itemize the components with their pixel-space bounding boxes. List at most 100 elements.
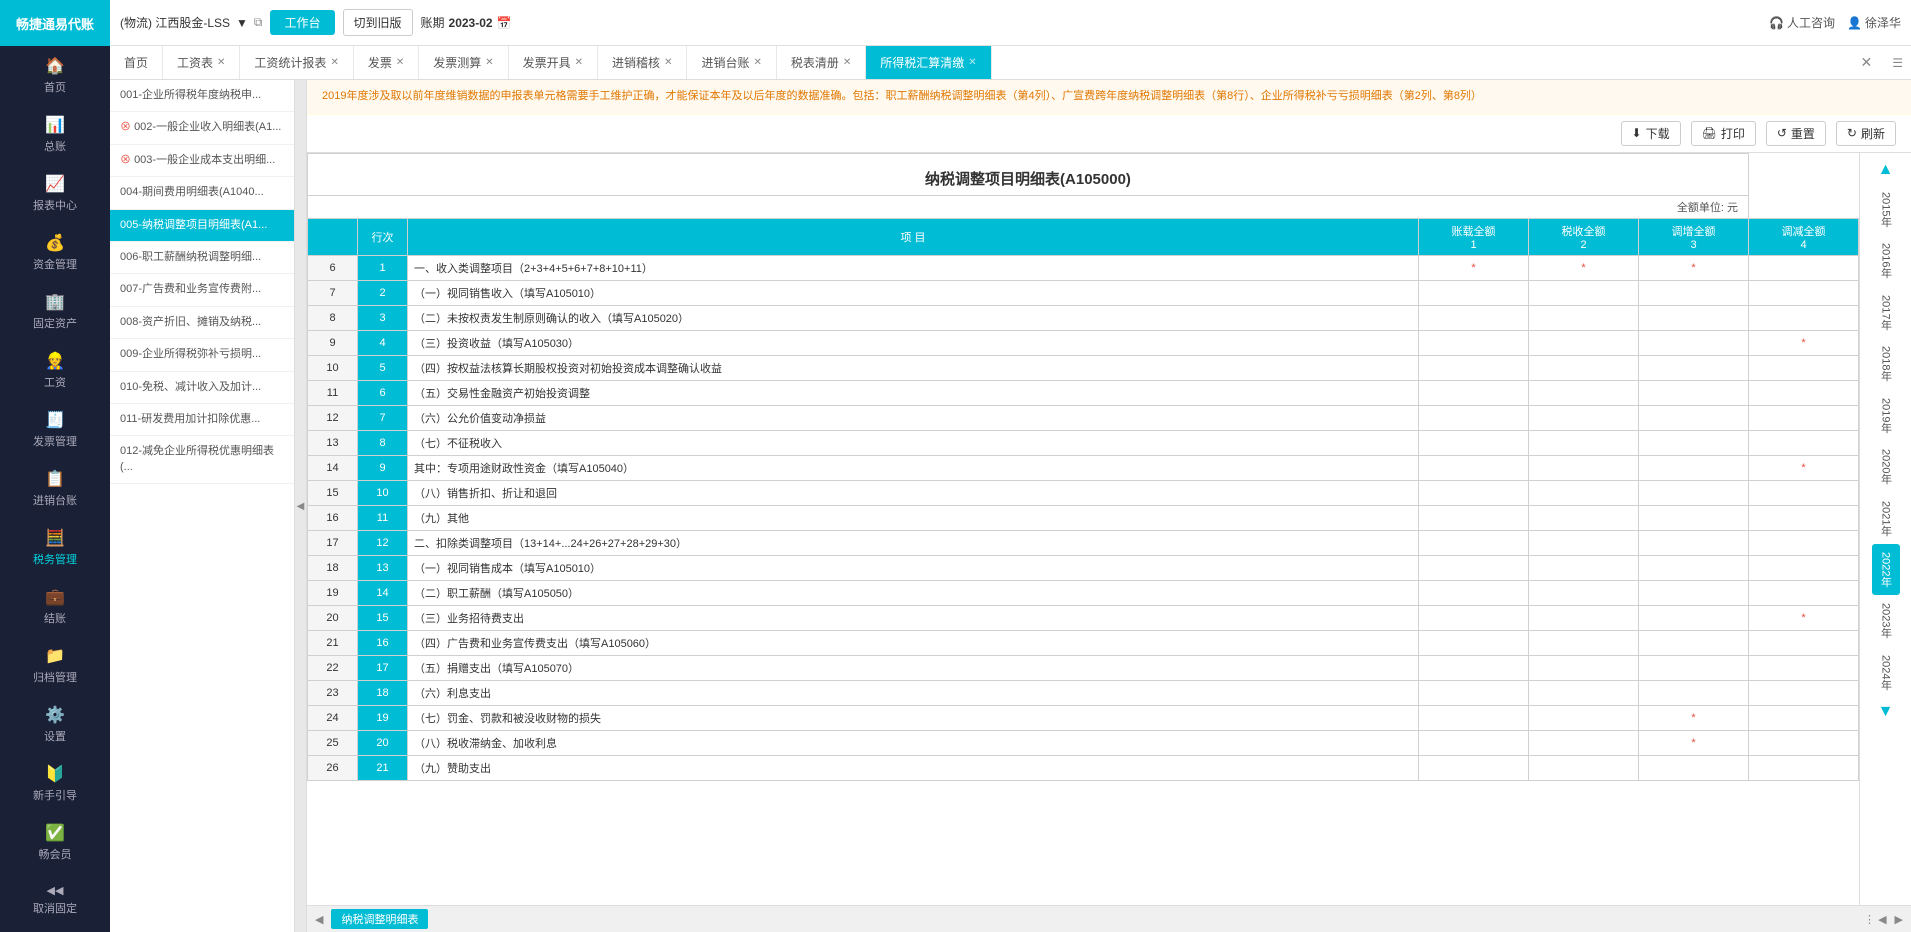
- cell-c4[interactable]: [1749, 380, 1859, 405]
- year-item[interactable]: 2023年: [1872, 595, 1900, 646]
- tab-invoice-calc[interactable]: 发票测算 ✕: [419, 46, 508, 79]
- cell-c1[interactable]: [1419, 605, 1529, 630]
- sidebar-item-report[interactable]: 📈 报表中心: [0, 164, 110, 223]
- reset-button[interactable]: ↺ 重置: [1766, 121, 1826, 146]
- year-item[interactable]: 2019年: [1872, 390, 1900, 441]
- left-panel-item-006[interactable]: 006-职工薪酬纳税调整明细...: [110, 242, 294, 274]
- cell-c4[interactable]: *: [1749, 605, 1859, 630]
- cell-c3[interactable]: [1639, 555, 1749, 580]
- cell-item[interactable]: （七）罚金、罚款和被没收财物的损失: [408, 705, 1419, 730]
- cell-c1[interactable]: [1419, 455, 1529, 480]
- tabbar-close-all[interactable]: ✕: [1849, 46, 1885, 79]
- cell-c2[interactable]: [1529, 630, 1639, 655]
- cell-c1[interactable]: [1419, 430, 1529, 455]
- cell-item[interactable]: 二、扣除类调整项目（13+14+...24+26+27+28+29+30）: [408, 530, 1419, 555]
- cell-c2[interactable]: [1529, 655, 1639, 680]
- year-item[interactable]: 2020年: [1872, 441, 1900, 492]
- cell-c3[interactable]: [1639, 355, 1749, 380]
- cell-item[interactable]: （四）按权益法核算长期股权投资对初始投资成本调整确认收益: [408, 355, 1419, 380]
- cell-c1[interactable]: [1419, 355, 1529, 380]
- cell-c3[interactable]: [1639, 655, 1749, 680]
- tab-invoice-open[interactable]: 发票开具 ✕: [509, 46, 598, 79]
- cell-c2[interactable]: [1529, 705, 1639, 730]
- pin-button[interactable]: ◀◀ 取消固定: [5, 878, 105, 922]
- cell-c3[interactable]: *: [1639, 730, 1749, 755]
- year-item[interactable]: 2016年: [1872, 235, 1900, 286]
- cell-c2[interactable]: [1529, 405, 1639, 430]
- sheet-nav-left[interactable]: ◀: [315, 913, 323, 926]
- cell-item[interactable]: （六）公允价值变动净损益: [408, 405, 1419, 430]
- switch-old-button[interactable]: 切到旧版: [343, 9, 413, 36]
- cell-item[interactable]: （四）广告费和业务宣传费支出（填写A105060）: [408, 630, 1419, 655]
- cell-c1[interactable]: [1419, 305, 1529, 330]
- cell-c3[interactable]: *: [1639, 255, 1749, 280]
- cell-c2[interactable]: [1529, 555, 1639, 580]
- cell-c1[interactable]: [1419, 730, 1529, 755]
- sidebar-item-archive[interactable]: 📁 归档管理: [0, 636, 110, 695]
- cell-c3[interactable]: [1639, 455, 1749, 480]
- cell-item[interactable]: （二）职工薪酬（填写A105050）: [408, 580, 1419, 605]
- cell-c3[interactable]: [1639, 605, 1749, 630]
- cell-item[interactable]: （一）视同销售成本（填写A105010）: [408, 555, 1419, 580]
- left-panel-item-009[interactable]: 009-企业所得税弥补亏损明...: [110, 339, 294, 371]
- left-panel-item-010[interactable]: 010-免税、减计收入及加计...: [110, 372, 294, 404]
- cell-c4[interactable]: [1749, 430, 1859, 455]
- cell-c3[interactable]: *: [1639, 705, 1749, 730]
- cell-c3[interactable]: [1639, 580, 1749, 605]
- cell-item[interactable]: （一）视同销售收入（填写A105010）: [408, 280, 1419, 305]
- workbench-button[interactable]: 工作台: [270, 10, 334, 35]
- cell-c3[interactable]: [1639, 630, 1749, 655]
- cell-c1[interactable]: [1419, 530, 1529, 555]
- cell-c1[interactable]: [1419, 630, 1529, 655]
- cell-c2[interactable]: [1529, 480, 1639, 505]
- cell-c3[interactable]: [1639, 405, 1749, 430]
- cell-c4[interactable]: [1749, 530, 1859, 555]
- sheet-nav-right[interactable]: ▶: [1895, 913, 1903, 926]
- user-service[interactable]: 🎧 人工咨询: [1769, 14, 1835, 31]
- cell-c4[interactable]: [1749, 405, 1859, 430]
- sidebar-item-input[interactable]: 📋 进销台账: [0, 459, 110, 518]
- year-item[interactable]: 2022年: [1872, 544, 1900, 595]
- year-item[interactable]: 2024年: [1872, 647, 1900, 698]
- cell-c1[interactable]: *: [1419, 255, 1529, 280]
- cell-item[interactable]: 一、收入类调整项目（2+3+4+5+6+7+8+10+11）: [408, 255, 1419, 280]
- cell-c4[interactable]: [1749, 655, 1859, 680]
- cell-c2[interactable]: [1529, 430, 1639, 455]
- cell-c2[interactable]: [1529, 680, 1639, 705]
- cell-c4[interactable]: [1749, 755, 1859, 780]
- year-down-button[interactable]: ▼: [1875, 700, 1897, 724]
- cell-c4[interactable]: *: [1749, 455, 1859, 480]
- cell-c1[interactable]: [1419, 380, 1529, 405]
- copy-icon[interactable]: ⧉: [254, 15, 263, 30]
- cell-c1[interactable]: [1419, 705, 1529, 730]
- cell-c4[interactable]: [1749, 355, 1859, 380]
- tab-input-check-close[interactable]: ✕: [664, 57, 672, 68]
- cell-c1[interactable]: [1419, 330, 1529, 355]
- cell-c4[interactable]: [1749, 580, 1859, 605]
- cell-c4[interactable]: [1749, 705, 1859, 730]
- cell-c4[interactable]: [1749, 630, 1859, 655]
- cell-c2[interactable]: [1529, 730, 1639, 755]
- cell-c2[interactable]: [1529, 455, 1639, 480]
- cell-c4[interactable]: [1749, 505, 1859, 530]
- cell-c3[interactable]: [1639, 530, 1749, 555]
- year-item[interactable]: 2015年: [1872, 184, 1900, 235]
- cell-c2[interactable]: [1529, 355, 1639, 380]
- cell-c4[interactable]: [1749, 730, 1859, 755]
- cell-c2[interactable]: [1529, 580, 1639, 605]
- cell-c2[interactable]: [1529, 380, 1639, 405]
- cell-c2[interactable]: *: [1529, 255, 1639, 280]
- cell-c2[interactable]: [1529, 330, 1639, 355]
- cell-c4[interactable]: [1749, 555, 1859, 580]
- period-value[interactable]: 2023-02: [449, 16, 493, 30]
- cell-c4[interactable]: [1749, 680, 1859, 705]
- cell-item[interactable]: （七）不征税收入: [408, 430, 1419, 455]
- year-item[interactable]: 2021年: [1872, 493, 1900, 544]
- cell-c1[interactable]: [1419, 555, 1529, 580]
- tab-payroll[interactable]: 工资表 ✕: [163, 46, 240, 79]
- cell-c3[interactable]: [1639, 755, 1749, 780]
- sidebar-item-ledger[interactable]: 📊 总账: [0, 105, 110, 164]
- cell-c2[interactable]: [1529, 605, 1639, 630]
- cell-c4[interactable]: [1749, 280, 1859, 305]
- sidebar-item-guide[interactable]: 🔰 新手引导: [0, 754, 110, 813]
